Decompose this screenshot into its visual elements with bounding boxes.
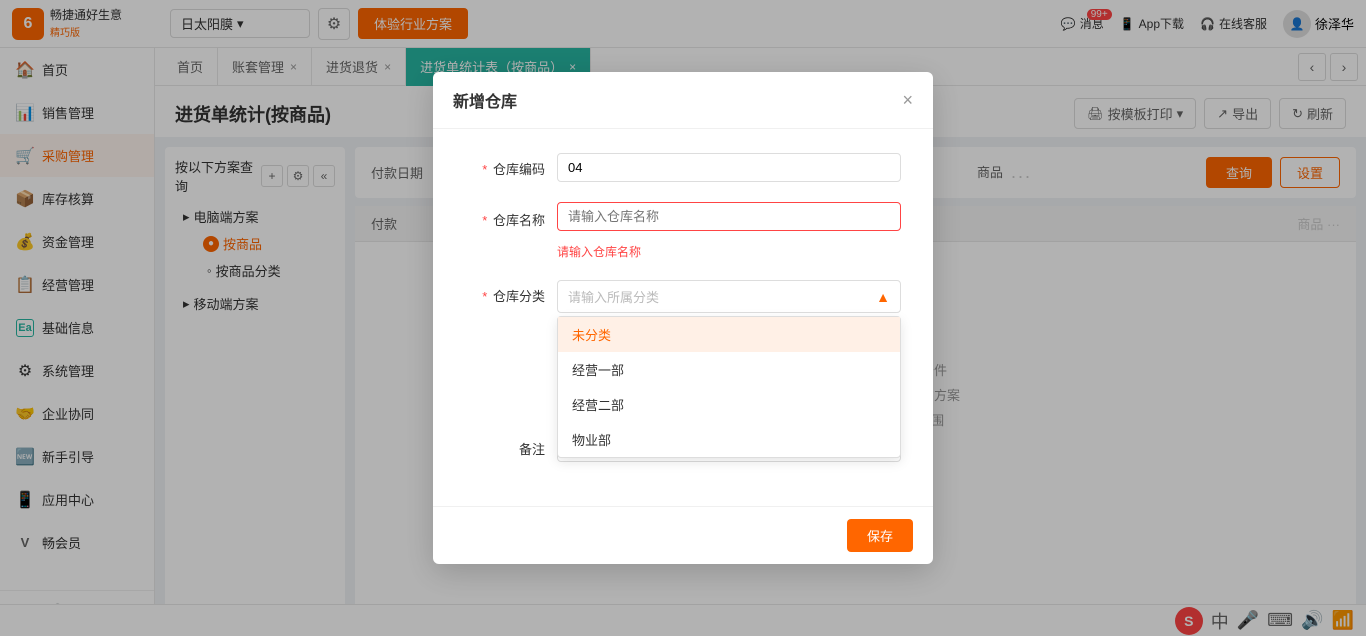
form-row-category: * 仓库分类 请输入所属分类 ▲ 未分类 经营一部 经营二部 物业部 (465, 280, 901, 313)
dropdown-item-unclassified[interactable]: 未分类 (558, 317, 900, 352)
name-error-msg: 请输入仓库名称 (557, 245, 641, 259)
dropdown-item-dept3[interactable]: 物业部 (558, 422, 900, 457)
form-row-code: * 仓库编码 (465, 153, 901, 182)
modal-body: * 仓库编码 * 仓库名称 请输入仓库名称 (433, 129, 933, 506)
category-dropdown: 未分类 经营一部 经营二部 物业部 (557, 316, 901, 458)
modal-header: 新增仓库 × (433, 72, 933, 129)
chevron-up-icon: ▲ (876, 289, 890, 305)
name-label: * 仓库名称 (465, 204, 545, 229)
code-input[interactable] (557, 153, 901, 182)
modal-overlay[interactable]: 新增仓库 × * 仓库编码 * 仓库名称 (0, 0, 1366, 636)
modal-add-warehouse: 新增仓库 × * 仓库编码 * 仓库名称 (433, 72, 933, 564)
modal-close-button[interactable]: × (902, 90, 913, 111)
category-select-trigger[interactable]: 请输入所属分类 ▲ (557, 280, 901, 313)
dropdown-item-dept2[interactable]: 经营二部 (558, 387, 900, 422)
form-row-name: * 仓库名称 请输入仓库名称 (465, 202, 901, 260)
category-label: * 仓库分类 (465, 280, 545, 305)
modal-footer: 保存 (433, 506, 933, 564)
name-input[interactable] (557, 202, 901, 231)
dropdown-item-dept1[interactable]: 经营一部 (558, 352, 900, 387)
modal-title: 新增仓库 (453, 88, 517, 112)
category-select-wrapper: 请输入所属分类 ▲ 未分类 经营一部 经营二部 物业部 (557, 280, 901, 313)
category-placeholder: 请输入所属分类 (568, 287, 659, 306)
remark-label: 备注 (465, 433, 545, 458)
code-label: * 仓库编码 (465, 153, 545, 178)
save-button[interactable]: 保存 (847, 519, 913, 552)
